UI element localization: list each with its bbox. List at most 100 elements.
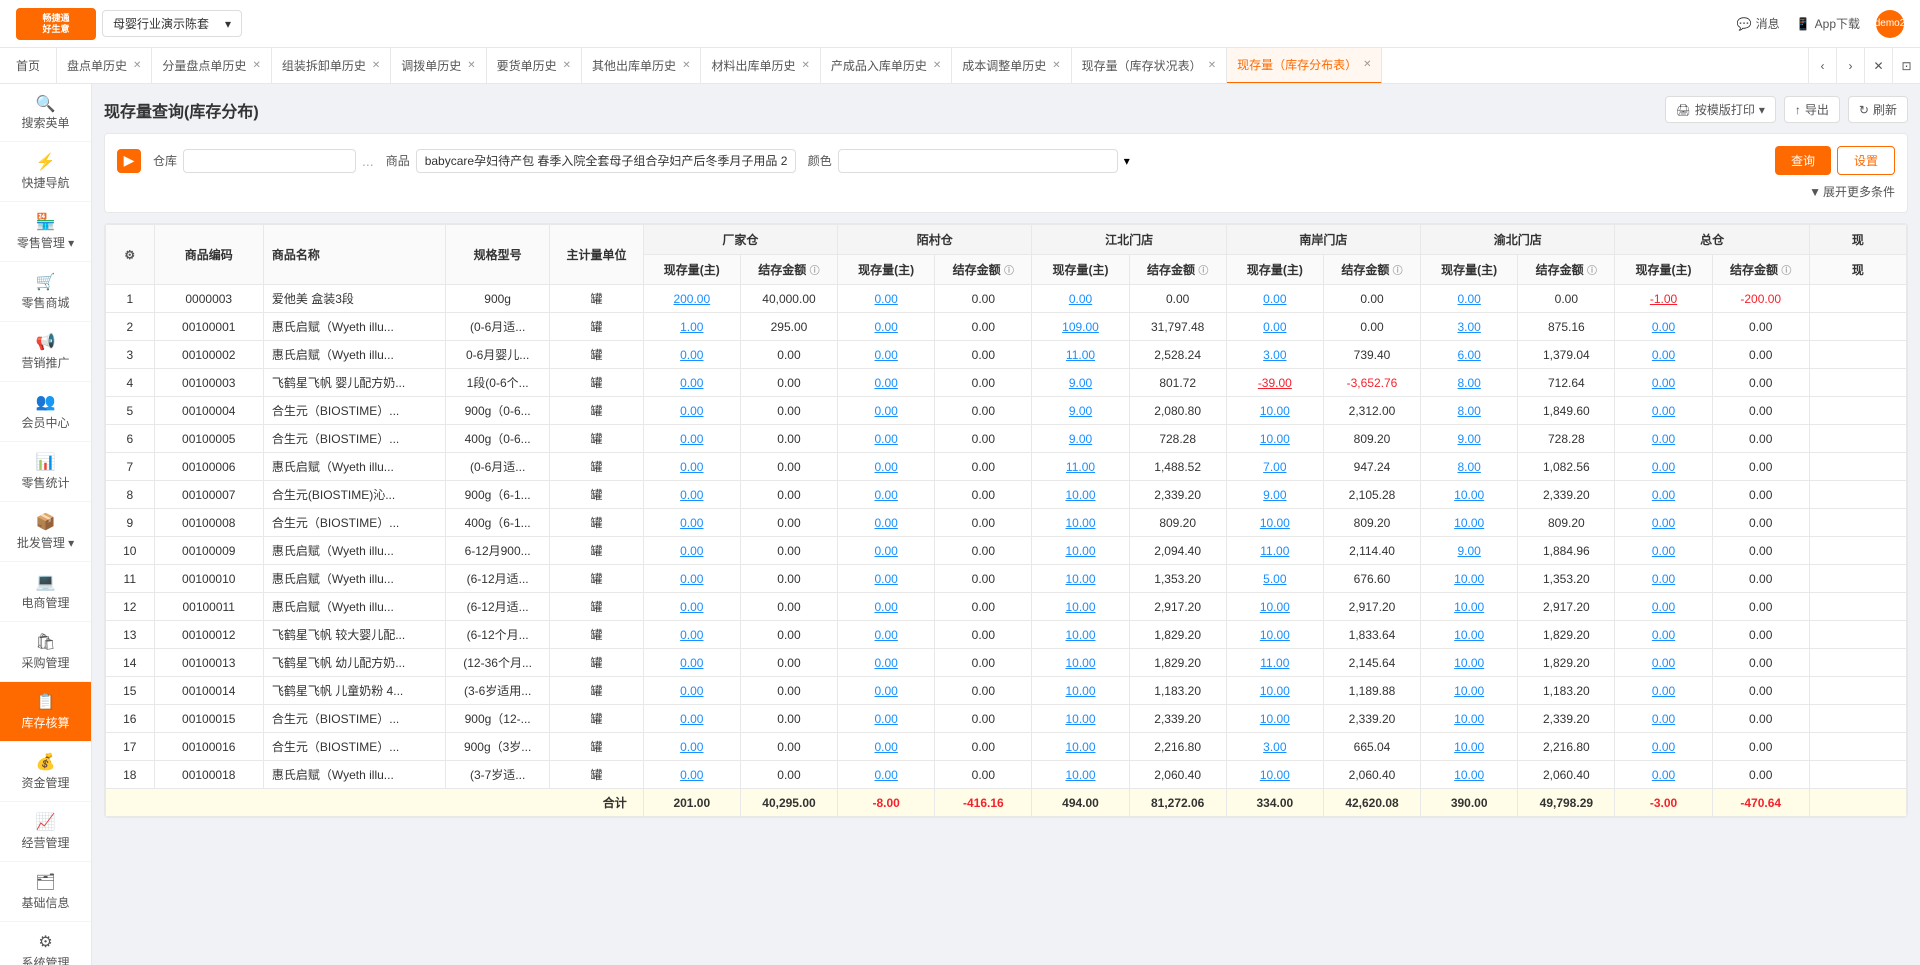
warehouse-input[interactable] bbox=[183, 149, 356, 173]
cell-na-qty[interactable]: 7.00 bbox=[1226, 453, 1323, 481]
sidebar-item-dianshang[interactable]: 💻 电商管理 bbox=[0, 562, 91, 622]
tab-next-button[interactable]: › bbox=[1836, 48, 1864, 84]
cell-jb-qty[interactable]: 109.00 bbox=[1032, 313, 1129, 341]
cell-yb-qty[interactable]: 10.00 bbox=[1421, 565, 1518, 593]
color-dropdown-icon[interactable]: ▾ bbox=[1124, 154, 1130, 168]
th-gear[interactable]: ⚙ bbox=[106, 225, 155, 285]
cell-cj-qty[interactable]: 0.00 bbox=[643, 509, 740, 537]
cell-yb-qty[interactable]: 10.00 bbox=[1421, 593, 1518, 621]
cell-na-qty[interactable]: 10.00 bbox=[1226, 593, 1323, 621]
cell-total-qty[interactable]: 0.00 bbox=[1615, 537, 1712, 565]
app-download-button[interactable]: 📱 App下载 bbox=[1796, 15, 1860, 32]
cell-jb-qty[interactable]: 10.00 bbox=[1032, 705, 1129, 733]
cell-jb-qty[interactable]: 10.00 bbox=[1032, 677, 1129, 705]
close-icon[interactable]: ✕ bbox=[682, 60, 690, 71]
cell-cj-qty[interactable]: 0.00 bbox=[643, 761, 740, 789]
query-button[interactable]: 查询 bbox=[1775, 146, 1831, 175]
sidebar-item-zijin[interactable]: 💰 资金管理 bbox=[0, 742, 91, 802]
cell-total-qty[interactable]: 0.00 bbox=[1615, 313, 1712, 341]
cell-yb-qty[interactable]: 10.00 bbox=[1421, 733, 1518, 761]
cell-total-qty[interactable]: 0.00 bbox=[1615, 565, 1712, 593]
cell-cj-qty[interactable]: 0.00 bbox=[643, 397, 740, 425]
cell-mc-qty[interactable]: 0.00 bbox=[838, 593, 935, 621]
cell-na-qty[interactable]: 10.00 bbox=[1226, 677, 1323, 705]
cell-cj-qty[interactable]: 0.00 bbox=[643, 425, 740, 453]
close-icon[interactable]: ✕ bbox=[252, 60, 260, 71]
cell-yb-qty[interactable]: 10.00 bbox=[1421, 509, 1518, 537]
cell-cj-qty[interactable]: 0.00 bbox=[643, 677, 740, 705]
cell-jb-qty[interactable]: 10.00 bbox=[1032, 509, 1129, 537]
sidebar-item-kuaijie[interactable]: ⚡ 快捷导航 bbox=[0, 142, 91, 202]
setting-button[interactable]: 设置 bbox=[1837, 146, 1895, 175]
cell-na-qty[interactable]: 10.00 bbox=[1226, 705, 1323, 733]
cell-yb-qty[interactable]: 10.00 bbox=[1421, 621, 1518, 649]
cell-jb-qty[interactable]: 10.00 bbox=[1032, 761, 1129, 789]
sidebar-item-huiyuan[interactable]: 👥 会员中心 bbox=[0, 382, 91, 442]
cell-yb-qty[interactable]: 9.00 bbox=[1421, 425, 1518, 453]
tab-item-xianzunl-dist[interactable]: 现存量（库存分布表） ✕ bbox=[1227, 48, 1382, 84]
tab-item-xianzunl-status[interactable]: 现存量（库存状况表） ✕ bbox=[1072, 48, 1227, 84]
cell-cj-qty[interactable]: 1.00 bbox=[643, 313, 740, 341]
cell-cj-qty[interactable]: 0.00 bbox=[643, 705, 740, 733]
cell-mc-qty[interactable]: 0.00 bbox=[838, 369, 935, 397]
cell-mc-qty[interactable]: 0.00 bbox=[838, 705, 935, 733]
cell-na-qty[interactable]: -39.00 bbox=[1226, 369, 1323, 397]
cell-mc-qty[interactable]: 0.00 bbox=[838, 677, 935, 705]
close-icon[interactable]: ✕ bbox=[372, 60, 380, 71]
cell-mc-qty[interactable]: 0.00 bbox=[838, 621, 935, 649]
cell-na-qty[interactable]: 0.00 bbox=[1226, 285, 1323, 313]
cell-na-qty[interactable]: 5.00 bbox=[1226, 565, 1323, 593]
filter-collapse-button[interactable]: ▶ bbox=[117, 149, 141, 173]
warehouse-select-button[interactable]: ... bbox=[362, 153, 374, 169]
cell-mc-qty[interactable]: 0.00 bbox=[838, 341, 935, 369]
cell-yb-qty[interactable]: 3.00 bbox=[1421, 313, 1518, 341]
close-icon[interactable]: ✕ bbox=[801, 60, 809, 71]
cell-jb-qty[interactable]: 9.00 bbox=[1032, 397, 1129, 425]
sidebar-item-jingying[interactable]: 📈 经营管理 bbox=[0, 802, 91, 862]
cell-mc-qty[interactable]: 0.00 bbox=[838, 733, 935, 761]
cell-yb-qty[interactable]: 10.00 bbox=[1421, 677, 1518, 705]
message-button[interactable]: 💬 消息 bbox=[1737, 15, 1780, 32]
tab-item-fenpan[interactable]: 分量盘点单历史 ✕ bbox=[152, 48, 271, 84]
cell-yb-qty[interactable]: 10.00 bbox=[1421, 761, 1518, 789]
cell-yb-qty[interactable]: 10.00 bbox=[1421, 705, 1518, 733]
close-icon[interactable]: ✕ bbox=[1363, 59, 1371, 70]
tab-item-diaoping[interactable]: 调拨单历史 ✕ bbox=[391, 48, 486, 84]
close-icon[interactable]: ✕ bbox=[1052, 60, 1060, 71]
close-icon[interactable]: ✕ bbox=[133, 60, 141, 71]
sidebar-item-yingxiao[interactable]: 📢 营销推广 bbox=[0, 322, 91, 382]
refresh-button[interactable]: ↻ 刷新 bbox=[1848, 96, 1908, 123]
cell-jb-qty[interactable]: 9.00 bbox=[1032, 369, 1129, 397]
cell-total-qty[interactable]: 0.00 bbox=[1615, 677, 1712, 705]
close-icon[interactable]: ✕ bbox=[467, 60, 475, 71]
cell-yb-qty[interactable]: 9.00 bbox=[1421, 537, 1518, 565]
tab-item-yaohuo[interactable]: 要货单历史 ✕ bbox=[487, 48, 582, 84]
cell-jb-qty[interactable]: 10.00 bbox=[1032, 565, 1129, 593]
cell-yb-qty[interactable]: 0.00 bbox=[1421, 285, 1518, 313]
cell-na-qty[interactable]: 10.00 bbox=[1226, 761, 1323, 789]
cell-total-qty[interactable]: 0.00 bbox=[1615, 705, 1712, 733]
cell-total-qty[interactable]: 0.00 bbox=[1615, 509, 1712, 537]
cell-jb-qty[interactable]: 10.00 bbox=[1032, 733, 1129, 761]
product-input[interactable] bbox=[416, 149, 796, 173]
cell-cj-qty[interactable]: 0.00 bbox=[643, 621, 740, 649]
cell-mc-qty[interactable]: 0.00 bbox=[838, 537, 935, 565]
tab-home[interactable]: 首页 bbox=[0, 48, 57, 84]
cell-jb-qty[interactable]: 10.00 bbox=[1032, 537, 1129, 565]
cell-total-qty[interactable]: 0.00 bbox=[1615, 369, 1712, 397]
sidebar-item-xitong[interactable]: ⚙ 系统管理 bbox=[0, 922, 91, 965]
cell-jb-qty[interactable]: 11.00 bbox=[1032, 341, 1129, 369]
tab-close-button[interactable]: ✕ bbox=[1864, 48, 1892, 84]
cell-na-qty[interactable]: 10.00 bbox=[1226, 509, 1323, 537]
cell-cj-qty[interactable]: 0.00 bbox=[643, 565, 740, 593]
tab-item-cailiao[interactable]: 材料出库单历史 ✕ bbox=[701, 48, 820, 84]
cell-mc-qty[interactable]: 0.00 bbox=[838, 397, 935, 425]
sidebar-search[interactable]: 🔍 搜索英单 bbox=[0, 84, 91, 142]
cell-cj-qty[interactable]: 0.00 bbox=[643, 453, 740, 481]
close-icon[interactable]: ✕ bbox=[933, 60, 941, 71]
cell-mc-qty[interactable]: 0.00 bbox=[838, 509, 935, 537]
cell-mc-qty[interactable]: 0.00 bbox=[838, 565, 935, 593]
tab-item-chanchan[interactable]: 产成品入库单历史 ✕ bbox=[821, 48, 952, 84]
sidebar-item-pifa[interactable]: 📦 批发管理 ▾ bbox=[0, 502, 91, 562]
sidebar-item-lingtj[interactable]: 📊 零售统计 bbox=[0, 442, 91, 502]
